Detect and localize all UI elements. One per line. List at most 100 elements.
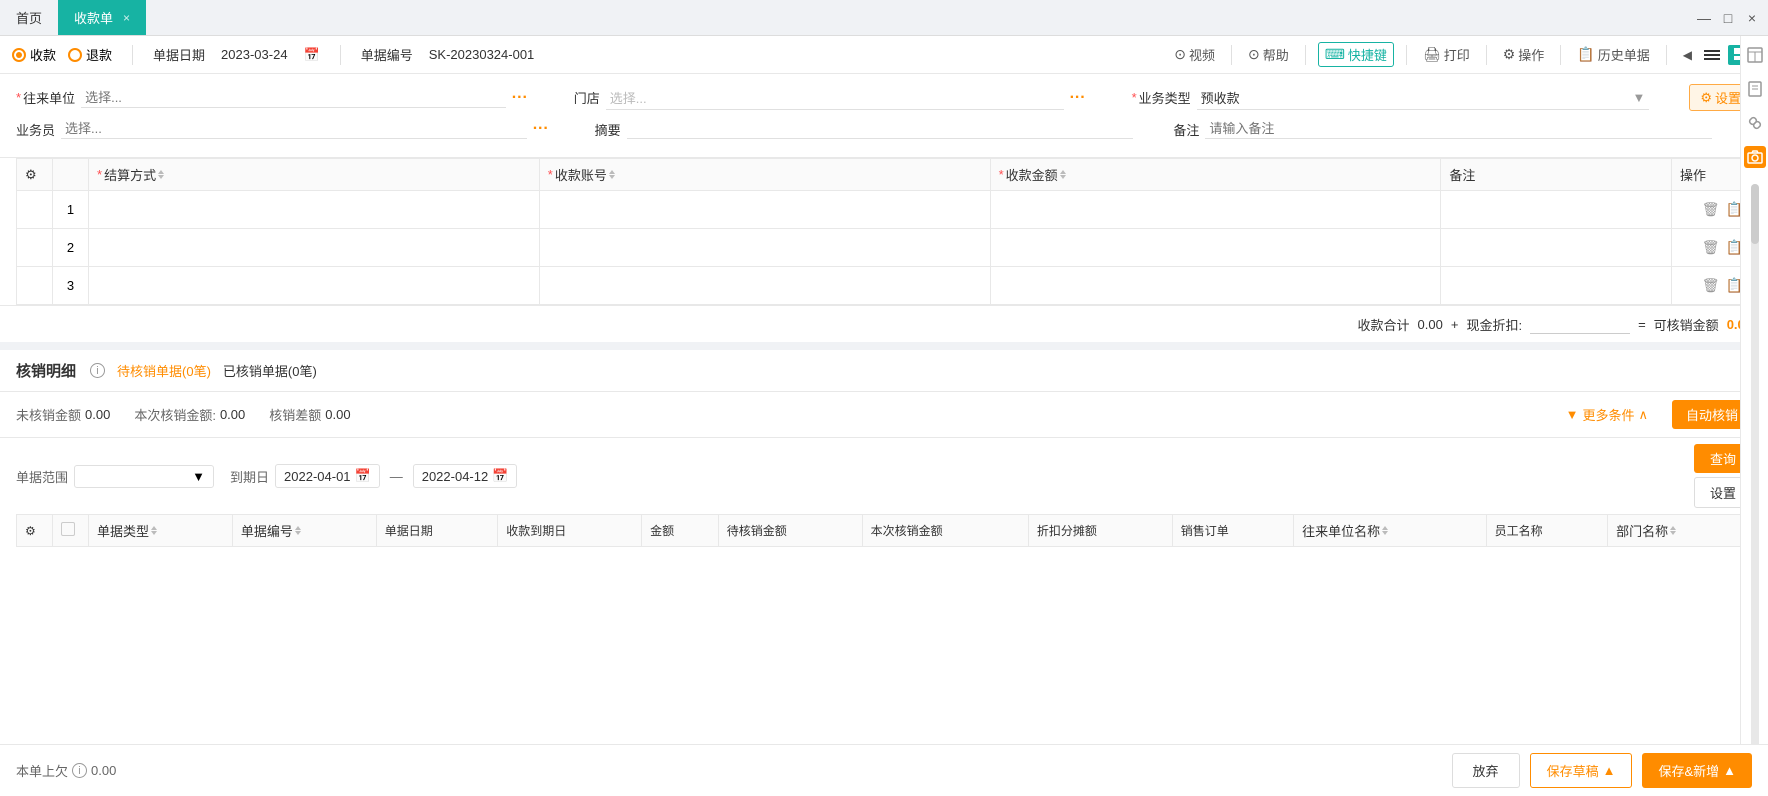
maximize-button[interactable]: □ [1720,10,1736,26]
help-label: 帮助 [1263,45,1289,64]
history-label: 历史单据 [1598,45,1650,64]
refund-radio[interactable]: 退款 [68,45,112,64]
more-conditions-btn[interactable]: ▼ 更多条件 ∧ [1566,405,1648,424]
bottom-bar: 本单上欠 i 0.00 放弃 保存草稿 ▲ 保存&新增 ▲ [0,744,1768,796]
table-col-remark: 备注 [1441,159,1672,191]
row2-amount[interactable] [990,229,1441,267]
sidebar-book-icon[interactable] [1744,78,1766,100]
staff-input[interactable] [61,119,527,139]
row2-account[interactable] [539,229,990,267]
range-filter-field: 单据范围 ▼ [16,465,214,488]
sub-col-order: 销售订单 [1172,515,1293,547]
nav-prev-button[interactable]: ◀ [1679,46,1696,64]
minimize-button[interactable]: — [1696,10,1712,26]
store-select[interactable]: 选择... [606,86,1064,110]
save-new-button[interactable]: 保存&新增 ▲ [1642,753,1752,788]
row3-account[interactable] [539,267,990,305]
tab-close-icon[interactable]: × [123,11,130,25]
history-button[interactable]: 📋 历史单据 [1573,43,1653,66]
row3-remark[interactable] [1441,267,1672,305]
shortcut-button[interactable]: ⌨ 快捷键 [1318,42,1394,67]
row3-delete-icon[interactable]: 🗑 [1702,277,1720,294]
hexiao-info-icon[interactable]: i [90,363,105,378]
staff-more-btn[interactable]: ··· [527,120,555,138]
row3-settlement[interactable] [89,267,540,305]
biz-type-select[interactable]: 预收款 ▼ [1197,86,1650,110]
form-row-2: 业务员 ··· 摘要 备注 [16,119,1752,139]
help-button[interactable]: ⊙ 帮助 [1244,43,1293,66]
operation-button[interactable]: ⚙ 操作 [1499,43,1549,66]
table-area: ⚙ * 结算方式 [0,158,1768,305]
divider-8 [1666,45,1667,65]
table-settings-th[interactable]: ⚙ [17,159,53,191]
done-tab[interactable]: 已核销单据(0笔) [223,361,317,380]
calendar-to-icon: 📅 [492,468,508,484]
row2-settings [17,229,53,267]
stats-row: 未核销金额 0.00 本次核销金额: 0.00 核销差额 0.00 ▼ 更多条件… [0,392,1768,437]
discount-input[interactable] [1530,314,1630,334]
abandon-button[interactable]: 放弃 [1452,753,1520,788]
pending-tab[interactable]: 待核销单据(0笔) [117,361,211,380]
partner-more-btn[interactable]: ··· [506,89,534,107]
row1-account[interactable] [539,191,990,229]
range-label: 单据范围 [16,467,68,486]
video-button[interactable]: ⊙ 视频 [1170,43,1219,66]
scrollbar[interactable] [1751,184,1759,784]
close-button[interactable]: × [1744,10,1760,26]
remark-input[interactable] [1205,119,1712,139]
video-label: 视频 [1189,45,1215,64]
divider-6 [1486,45,1487,65]
refund-radio-dot [68,48,82,62]
sidebar-camera-icon[interactable] [1744,146,1766,168]
menu-icon[interactable] [1704,50,1720,60]
row1-num: 1 [53,191,89,229]
row1-delete-icon[interactable]: 🗑 [1702,201,1720,218]
calendar-from-icon: 📅 [355,468,371,484]
sub-table: ⚙ 单据类型 单据编号 单据日期 收款到期日 金额 待核销金额 本次核销金额 [16,514,1752,547]
tab-receipt[interactable]: 收款单 × [58,0,146,35]
refund-radio-label: 退款 [86,45,112,64]
remark-label: 备注 [1173,120,1199,139]
row3-settings [17,267,53,305]
tab-home-label: 首页 [16,8,42,27]
operation-label: 操作 [1518,45,1544,64]
draft-button[interactable]: 保存草稿 ▲ [1530,753,1633,788]
row1-amount[interactable] [990,191,1441,229]
store-more-btn[interactable]: ··· [1064,89,1092,107]
select-all-checkbox[interactable] [61,522,75,536]
diff-stat: 核销差额 0.00 [269,405,350,424]
sub-col-staff: 员工名称 [1486,515,1607,547]
sidebar-table-icon[interactable] [1744,44,1766,66]
settlement-sort [158,170,164,179]
sub-checkbox-th[interactable] [53,515,89,547]
tab-home[interactable]: 首页 [0,0,58,35]
row2-settlement[interactable] [89,229,540,267]
receipt-radio-label: 收款 [30,45,56,64]
date-from-picker[interactable]: 2022-04-01 📅 [275,464,380,488]
print-button[interactable]: 🖨 打印 [1419,43,1474,66]
row3-amount[interactable] [990,267,1441,305]
summary-input[interactable] [627,119,1134,139]
equals-sign: = [1638,317,1646,332]
video-icon: ⊙ [1174,46,1186,63]
form-row-1: * 往来单位 ··· 门店 选择... ··· * 业务类型 预收款 ▼ [16,84,1752,111]
sidebar-link-icon[interactable] [1744,112,1766,134]
biz-type-label: 业务类型 [1139,88,1191,107]
partner-input[interactable] [81,88,506,108]
sub-col-type: 单据类型 [89,515,233,547]
receipt-radio[interactable]: 收款 [12,45,56,64]
sub-settings-th[interactable]: ⚙ [17,515,53,547]
this-time-value: 0.00 [220,407,245,422]
doc-no-value: SK-20230324-001 [429,47,535,62]
calendar-icon[interactable]: 📅 [304,47,320,63]
filter-row: 单据范围 ▼ 到期日 2022-04-01 📅 — 2022-04-12 📅 查… [0,437,1768,514]
range-select[interactable]: ▼ [74,465,214,488]
date-to-picker[interactable]: 2022-04-12 📅 [413,464,518,488]
date-label: 单据日期 [153,45,205,64]
row2-delete-icon[interactable]: 🗑 [1702,239,1720,256]
row1-settlement[interactable] [89,191,540,229]
table-col-account: * 收款账号 [539,159,990,191]
row1-remark[interactable] [1441,191,1672,229]
row2-remark[interactable] [1441,229,1672,267]
sub-table-area: ⚙ 单据类型 单据编号 单据日期 收款到期日 金额 待核销金额 本次核销金额 [0,514,1768,547]
